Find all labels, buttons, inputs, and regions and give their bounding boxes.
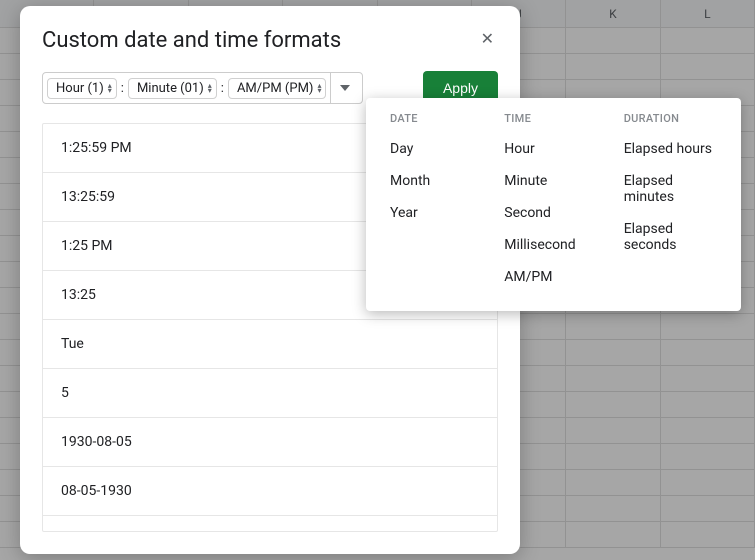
token-label: Hour (1)	[56, 81, 104, 96]
dropdown-item-elapsed-minutes[interactable]: Elapsed minutes	[612, 165, 729, 213]
dropdown-item-year[interactable]: Year	[378, 197, 468, 229]
dialog-title: Custom date and time formats	[42, 28, 341, 53]
token-minute[interactable]: Minute (01) ▴▾	[128, 78, 217, 99]
dropdown-item-ampm[interactable]: AM/PM	[492, 261, 587, 293]
dropdown-item-minute[interactable]: Minute	[492, 165, 587, 197]
preset-format-item[interactable]: 1930-08-05	[43, 418, 497, 467]
preset-format-item[interactable]: 08-05-1930	[43, 467, 497, 516]
updown-icon: ▴▾	[208, 83, 212, 93]
dropdown-header: DATE	[378, 112, 468, 133]
updown-icon: ▴▾	[317, 83, 321, 93]
dropdown-header: TIME	[492, 112, 587, 133]
dropdown-item-month[interactable]: Month	[378, 165, 468, 197]
token-ampm[interactable]: AM/PM (PM) ▴▾	[228, 78, 327, 99]
updown-icon: ▴▾	[108, 83, 112, 93]
dropdown-item-millisecond[interactable]: Millisecond	[492, 229, 587, 261]
preset-format-item[interactable]: 5	[43, 369, 497, 418]
token-dropdown: DATE Day Month Year TIME Hour Minute Sec…	[366, 98, 741, 311]
dropdown-header: DURATION	[612, 112, 729, 133]
add-token-button[interactable]	[330, 72, 358, 104]
token-editor[interactable]: Hour (1) ▴▾ : Minute (01) ▴▾ : AM/PM (PM…	[42, 72, 363, 104]
dropdown-item-elapsed-hours[interactable]: Elapsed hours	[612, 133, 729, 165]
dropdown-item-second[interactable]: Second	[492, 197, 587, 229]
dropdown-item-elapsed-seconds[interactable]: Elapsed seconds	[612, 213, 729, 261]
dropdown-col-duration: DURATION Elapsed hours Elapsed minutes E…	[600, 112, 741, 293]
token-label: AM/PM (PM)	[237, 81, 314, 96]
close-icon: ✕	[481, 31, 494, 48]
dropdown-item-hour[interactable]: Hour	[492, 133, 587, 165]
separator: :	[117, 81, 128, 96]
dropdown-col-time: TIME Hour Minute Second Millisecond AM/P…	[480, 112, 599, 293]
chevron-down-icon	[340, 85, 350, 91]
dropdown-col-date: DATE Day Month Year	[366, 112, 480, 293]
token-label: Minute (01)	[137, 81, 204, 96]
token-hour[interactable]: Hour (1) ▴▾	[47, 78, 117, 99]
close-button[interactable]: ✕	[477, 28, 498, 52]
separator: :	[217, 81, 228, 96]
preset-format-item[interactable]: Tue	[43, 320, 497, 369]
dropdown-item-day[interactable]: Day	[378, 133, 468, 165]
